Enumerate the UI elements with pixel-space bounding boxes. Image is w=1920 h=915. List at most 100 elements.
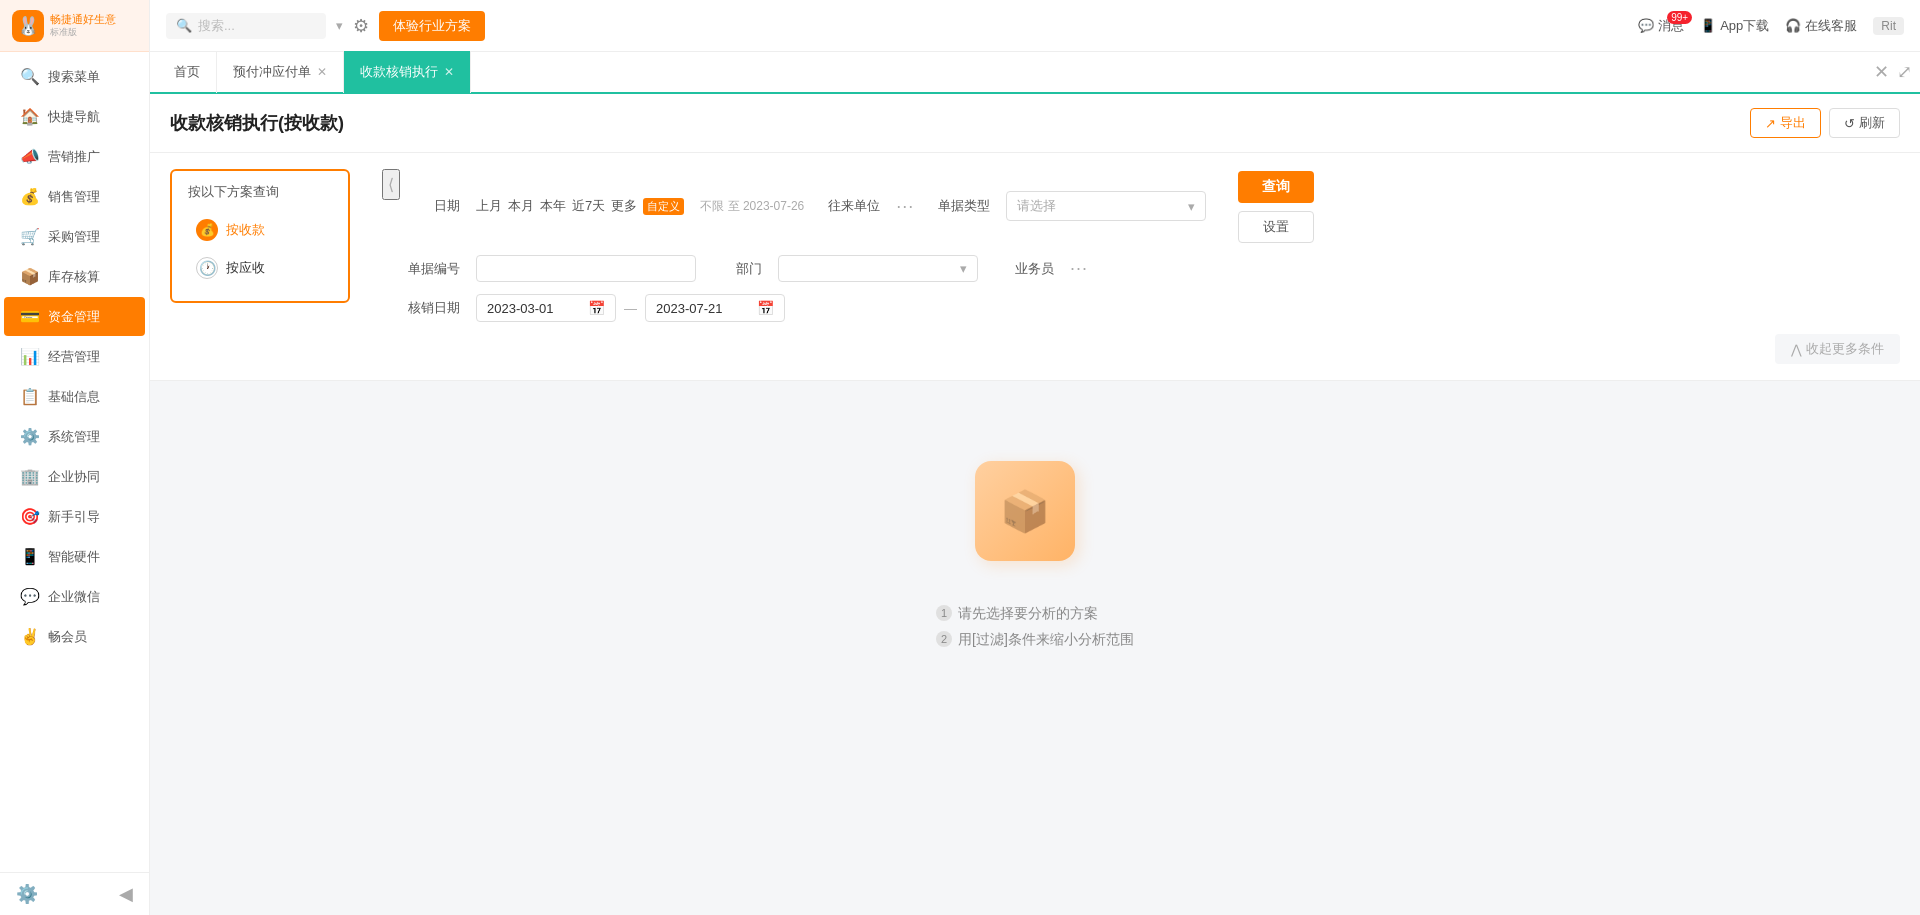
page-header-actions: ↗ 导出 ↺ 刷新 — [1750, 108, 1900, 152]
tab-prepayment[interactable]: 预付冲应付单 ✕ — [217, 51, 344, 93]
collapse-sidebar-icon[interactable]: ◀ — [119, 883, 133, 905]
sidebar-item-quick[interactable]: 🏠 快捷导航 — [4, 97, 145, 136]
export-icon: ↗ — [1765, 116, 1776, 131]
query-button[interactable]: 查询 — [1238, 171, 1314, 203]
message-button[interactable]: 💬 消息 99+ — [1638, 17, 1684, 35]
topbar-right: 💬 消息 99+ 📱 App下载 🎧 在线客服 Rit — [1638, 17, 1904, 35]
app-edition: 标准版 — [50, 26, 116, 39]
home-icon: 🏠 — [20, 107, 40, 126]
service-icon: 🎧 — [1785, 18, 1801, 33]
sidebar-item-search[interactable]: 🔍 搜索菜单 — [4, 57, 145, 96]
topbar-left: 🔍 搜索... ▾ ⚙ 体验行业方案 — [166, 11, 485, 41]
online-service-button[interactable]: 🎧 在线客服 — [1785, 17, 1857, 35]
industry-solution-button[interactable]: 体验行业方案 — [379, 11, 485, 41]
refresh-button[interactable]: ↺ 刷新 — [1829, 108, 1900, 138]
staff-selector[interactable]: ··· — [1070, 258, 1088, 279]
bill-type-select[interactable]: 请选择 ▾ — [1006, 191, 1206, 221]
page-title: 收款核销执行(按收款) — [170, 111, 344, 149]
message-badge: 99+ — [1667, 11, 1692, 24]
filter-by-receivable[interactable]: 🕐 按应收 — [188, 251, 332, 285]
date-this-year[interactable]: 本年 — [540, 197, 566, 215]
settings-footer-icon[interactable]: ⚙️ — [16, 883, 38, 905]
date-7days[interactable]: 近7天 — [572, 197, 605, 215]
topbar-search[interactable]: 🔍 搜索... — [166, 13, 326, 39]
date-unlimited-text: 不限 至 2023-07-26 — [700, 198, 804, 215]
sidebar-item-hardware[interactable]: 📱 智能硬件 — [4, 537, 145, 576]
sidebar-item-basic[interactable]: 📋 基础信息 — [4, 377, 145, 416]
sidebar-item-system[interactable]: ⚙️ 系统管理 — [4, 417, 145, 456]
empty-state: 请先选择要分析的方案 用[过滤]条件来缩小分析范围 — [150, 381, 1920, 733]
sidebar-item-sales[interactable]: 💰 销售管理 — [4, 177, 145, 216]
sidebar-item-vip[interactable]: ✌️ 畅会员 — [4, 617, 145, 656]
sidebar-item-wechat[interactable]: 💬 企业微信 — [4, 577, 145, 616]
empty-hint-1: 请先选择要分析的方案 — [936, 601, 1134, 627]
partner-selector[interactable]: ··· — [896, 196, 914, 217]
sidebar-item-operations[interactable]: 📊 经营管理 — [4, 337, 145, 376]
filter-area: 按以下方案查询 💰 按收款 🕐 按应收 ⟨ 日期 — [150, 153, 1920, 381]
user-avatar[interactable]: Rit — [1873, 17, 1904, 35]
tab-collection[interactable]: 收款核销执行 ✕ — [344, 51, 471, 93]
verify-date-start[interactable]: 2023-03-01 📅 — [476, 294, 616, 322]
app-download-button[interactable]: 📱 App下载 — [1700, 17, 1769, 35]
gear-icon: ⚙️ — [20, 427, 40, 446]
date-filter: 上月 本月 本年 近7天 更多 自定义 — [476, 197, 684, 215]
chart-icon: 📊 — [20, 347, 40, 366]
app-name: 畅捷通好生意 — [50, 12, 116, 26]
calendar-start-icon: 📅 — [588, 300, 605, 316]
export-button[interactable]: ↗ 导出 — [1750, 108, 1821, 138]
settings-button[interactable]: 设置 — [1238, 211, 1314, 243]
date-custom-badge[interactable]: 自定义 — [643, 198, 684, 215]
tab-maximize-button[interactable]: ⤢ — [1897, 61, 1912, 83]
collapse-icon: ⋀ — [1791, 342, 1802, 357]
chat-icon: 💬 — [20, 587, 40, 606]
query-settings-group: 查询 设置 — [1238, 169, 1314, 243]
bill-no-input[interactable] — [476, 255, 696, 282]
topbar-gear-icon[interactable]: ⚙ — [353, 15, 369, 37]
tab-collection-close[interactable]: ✕ — [444, 65, 454, 79]
sidebar-item-enterprise[interactable]: 🏢 企业协同 — [4, 457, 145, 496]
topbar-dropdown-arrow[interactable]: ▾ — [336, 18, 343, 33]
tabbar-actions: ✕ ⤢ — [1874, 61, 1920, 83]
refresh-icon: ↺ — [1844, 116, 1855, 131]
date-range-separator: — — [624, 301, 637, 316]
logo-icon: 🐰 — [12, 10, 44, 42]
filter-panel-collapse-button[interactable]: ⟨ — [382, 169, 400, 200]
sidebar-item-marketing[interactable]: 📣 营销推广 — [4, 137, 145, 176]
empty-hints: 请先选择要分析的方案 用[过滤]条件来缩小分析范围 — [936, 601, 1134, 653]
card-icon: 💳 — [20, 307, 40, 326]
dept-arrow: ▾ — [960, 261, 967, 276]
receipt-icon: 💰 — [196, 219, 218, 241]
sidebar-item-finance[interactable]: 💳 资金管理 — [4, 297, 145, 336]
search-row-3: 核销日期 2023-03-01 📅 — 2023-07-21 📅 — [400, 294, 1900, 322]
partner-label: 往来单位 — [820, 197, 880, 215]
sidebar-item-inventory[interactable]: 📦 库存核算 — [4, 257, 145, 296]
target-icon: 🎯 — [20, 507, 40, 526]
collapse-conditions-button[interactable]: ⋀ 收起更多条件 — [1775, 334, 1900, 364]
sidebar-item-purchase[interactable]: 🛒 采购管理 — [4, 217, 145, 256]
tabbar: 首页 预付冲应付单 ✕ 收款核销执行 ✕ ✕ ⤢ — [150, 52, 1920, 94]
date-more[interactable]: 更多 — [611, 197, 637, 215]
date-this-month[interactable]: 本月 — [508, 197, 534, 215]
bill-type-arrow: ▾ — [1188, 199, 1195, 214]
tab-home[interactable]: 首页 — [158, 51, 217, 93]
empty-robot-illustration — [975, 461, 1075, 561]
sidebar-item-guide[interactable]: 🎯 新手引导 — [4, 497, 145, 536]
tab-close-all-button[interactable]: ✕ — [1874, 61, 1889, 83]
bill-type-label: 单据类型 — [930, 197, 990, 215]
topbar: 🔍 搜索... ▾ ⚙ 体验行业方案 💬 消息 99+ 📱 App下载 🎧 在线… — [150, 0, 1920, 52]
message-icon: 💬 — [1638, 18, 1654, 33]
cart-icon: 🛒 — [20, 227, 40, 246]
filter-panel-title: 按以下方案查询 — [188, 183, 332, 201]
megaphone-icon: 📣 — [20, 147, 40, 166]
topbar-search-placeholder: 搜索... — [198, 17, 235, 35]
building-icon: 🏢 — [20, 467, 40, 486]
empty-image — [975, 461, 1095, 581]
app-logo: 🐰 畅捷通好生意 标准版 — [0, 0, 149, 52]
dept-label: 部门 — [712, 260, 762, 278]
verify-date-end[interactable]: 2023-07-21 📅 — [645, 294, 785, 322]
date-last-month[interactable]: 上月 — [476, 197, 502, 215]
filter-by-receipt[interactable]: 💰 按收款 — [188, 213, 332, 247]
dept-select[interactable]: ▾ — [778, 255, 978, 282]
tab-prepayment-close[interactable]: ✕ — [317, 65, 327, 79]
app-icon: 📱 — [1700, 18, 1716, 33]
